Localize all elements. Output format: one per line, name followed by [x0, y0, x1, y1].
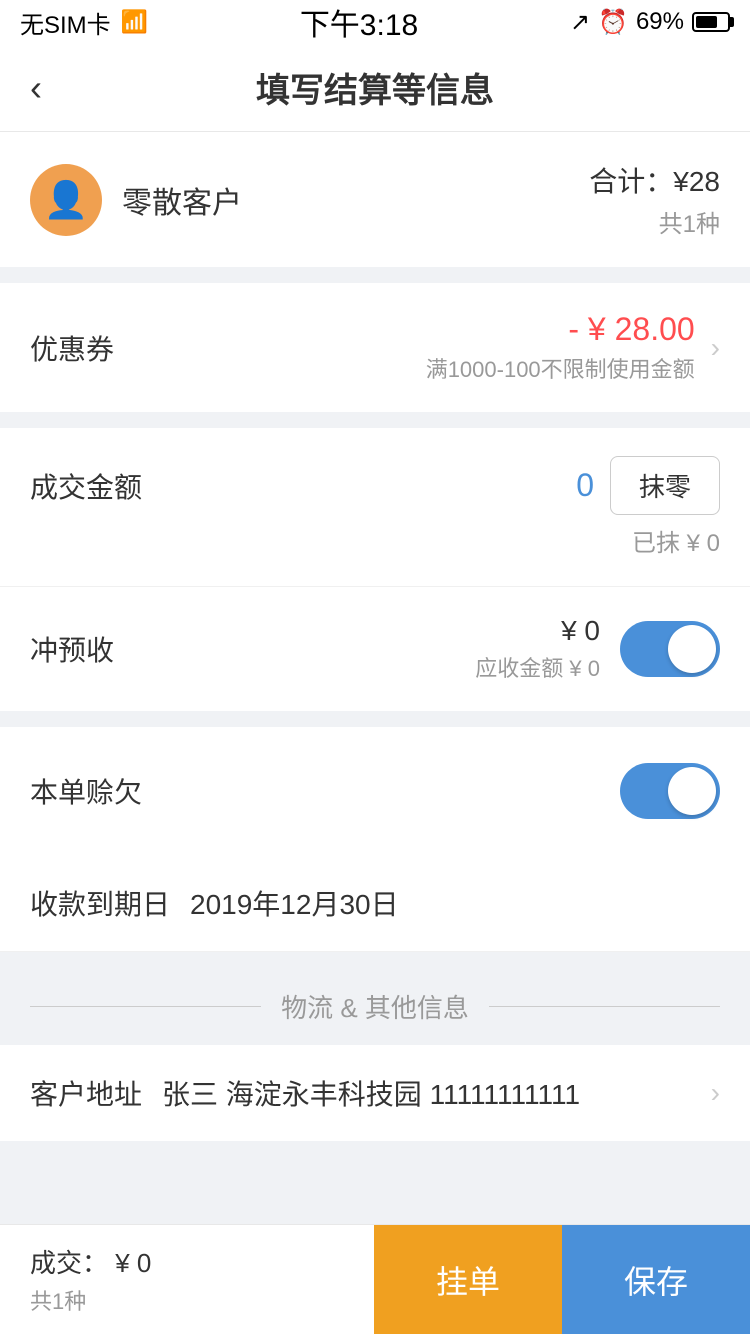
debt-toggle[interactable] — [620, 763, 720, 819]
round-button[interactable]: 抹零 — [610, 456, 720, 515]
debt-toggle-knob — [668, 767, 716, 815]
save-button[interactable]: 保存 — [562, 1225, 750, 1334]
amount-input-area: 0 抹零 — [554, 456, 720, 515]
prepay-toggle[interactable] — [620, 621, 720, 677]
prepay-right: ¥ 0 应收金额 ¥ 0 — [475, 615, 720, 683]
carrier-text: 无SIM卡 — [20, 5, 111, 40]
status-right: ↗ ⏰ 69% — [570, 8, 730, 37]
coupon-card: 优惠券 - ¥ 28.00 满1000-100不限制使用金额 › — [0, 283, 750, 412]
chevron-right-icon: › — [711, 332, 720, 364]
address-row[interactable]: 客户地址 张三 海淀永丰科技园 11111111111 › — [0, 1045, 750, 1141]
bottom-deal-row: 成交： ¥ 0 — [30, 1243, 344, 1280]
address-label: 客户地址 — [30, 1073, 142, 1113]
page-title: 填写结算等信息 — [256, 63, 494, 112]
transaction-bottom: 已抹 ¥ 0 — [30, 523, 720, 558]
due-date-row[interactable]: 收款到期日 2019年12月30日 — [0, 855, 750, 952]
bottom-bar: 成交： ¥ 0 共1种 挂单 保存 — [0, 1224, 750, 1334]
nav-bar: ‹ 填写结算等信息 — [0, 44, 750, 132]
battery-percent: 69% — [636, 8, 684, 36]
prepay-row: 冲预收 ¥ 0 应收金额 ¥ 0 — [0, 587, 750, 711]
avatar: 👤 — [30, 164, 102, 236]
discount-desc: 满1000-100不限制使用金额 — [426, 352, 695, 384]
status-left: 无SIM卡 📶 — [20, 5, 148, 40]
customer-left: 👤 零散客户 — [30, 164, 242, 236]
total-count: 共1种 — [589, 204, 720, 239]
debt-row: 本单赊欠 — [0, 727, 750, 855]
bottom-deal-label: 成交： — [30, 1248, 108, 1278]
prepay-value-area: ¥ 0 应收金额 ¥ 0 — [475, 615, 600, 683]
discount-amount: - ¥ 28.00 — [426, 311, 695, 348]
coupon-row[interactable]: 优惠券 - ¥ 28.00 满1000-100不限制使用金额 › — [0, 283, 750, 412]
toggle-knob — [668, 625, 716, 673]
customer-right: 合计：¥28 共1种 — [589, 160, 720, 239]
address-card: 客户地址 张三 海淀永丰科技园 11111111111 › — [0, 1045, 750, 1141]
total-amount: 合计：¥28 — [589, 160, 720, 200]
location-icon: ↗ — [570, 8, 590, 37]
address-value: 张三 海淀永丰科技园 11111111111 — [162, 1073, 711, 1113]
status-time: 下午3:18 — [300, 0, 418, 44]
coupon-label: 优惠券 — [30, 328, 114, 368]
transaction-label: 成交金额 — [30, 466, 142, 506]
logistics-line-right — [489, 1006, 720, 1007]
back-button[interactable]: ‹ — [30, 67, 42, 109]
wifi-icon: 📶 — [121, 9, 148, 35]
due-date-value: 2019年12月30日 — [190, 883, 399, 923]
content-area: 👤 零散客户 合计：¥28 共1种 优惠券 - ¥ 28.00 满1000-10… — [0, 132, 750, 1277]
debt-card: 本单赊欠 收款到期日 2019年12月30日 — [0, 727, 750, 952]
bottom-summary: 成交： ¥ 0 共1种 — [0, 1243, 374, 1316]
transaction-top: 成交金额 0 抹零 — [30, 456, 720, 515]
transaction-row: 成交金额 0 抹零 已抹 ¥ 0 — [0, 428, 750, 587]
customer-row: 👤 零散客户 合计：¥28 共1种 — [0, 132, 750, 267]
due-date-label: 收款到期日 — [30, 883, 170, 923]
alarm-icon: ⏰ — [598, 8, 628, 37]
address-chevron-icon: › — [711, 1077, 720, 1109]
status-bar: 无SIM卡 📶 下午3:18 ↗ ⏰ 69% — [0, 0, 750, 44]
logistics-label: 物流 & 其他信息 — [281, 988, 469, 1025]
bottom-deal-amount: ¥ 0 — [115, 1248, 151, 1278]
prepay-label: 冲预收 — [30, 629, 114, 669]
bottom-count: 共1种 — [30, 1284, 344, 1316]
battery-icon — [692, 12, 730, 32]
transaction-amount-value[interactable]: 0 — [554, 467, 594, 504]
debt-label: 本单赊欠 — [30, 771, 142, 811]
logistics-header: 物流 & 其他信息 — [0, 968, 750, 1045]
transaction-card: 成交金额 0 抹零 已抹 ¥ 0 冲预收 ¥ 0 应收金额 ¥ 0 — [0, 428, 750, 711]
coupon-right: - ¥ 28.00 满1000-100不限制使用金额 › — [426, 311, 720, 384]
coupon-value-area: - ¥ 28.00 满1000-100不限制使用金额 — [426, 311, 695, 384]
hold-button[interactable]: 挂单 — [374, 1225, 562, 1334]
customer-name: 零散客户 — [122, 178, 242, 222]
logistics-line-left — [30, 1006, 261, 1007]
prepay-amount: ¥ 0 — [475, 615, 600, 647]
prepay-receivable: 应收金额 ¥ 0 — [475, 651, 600, 683]
